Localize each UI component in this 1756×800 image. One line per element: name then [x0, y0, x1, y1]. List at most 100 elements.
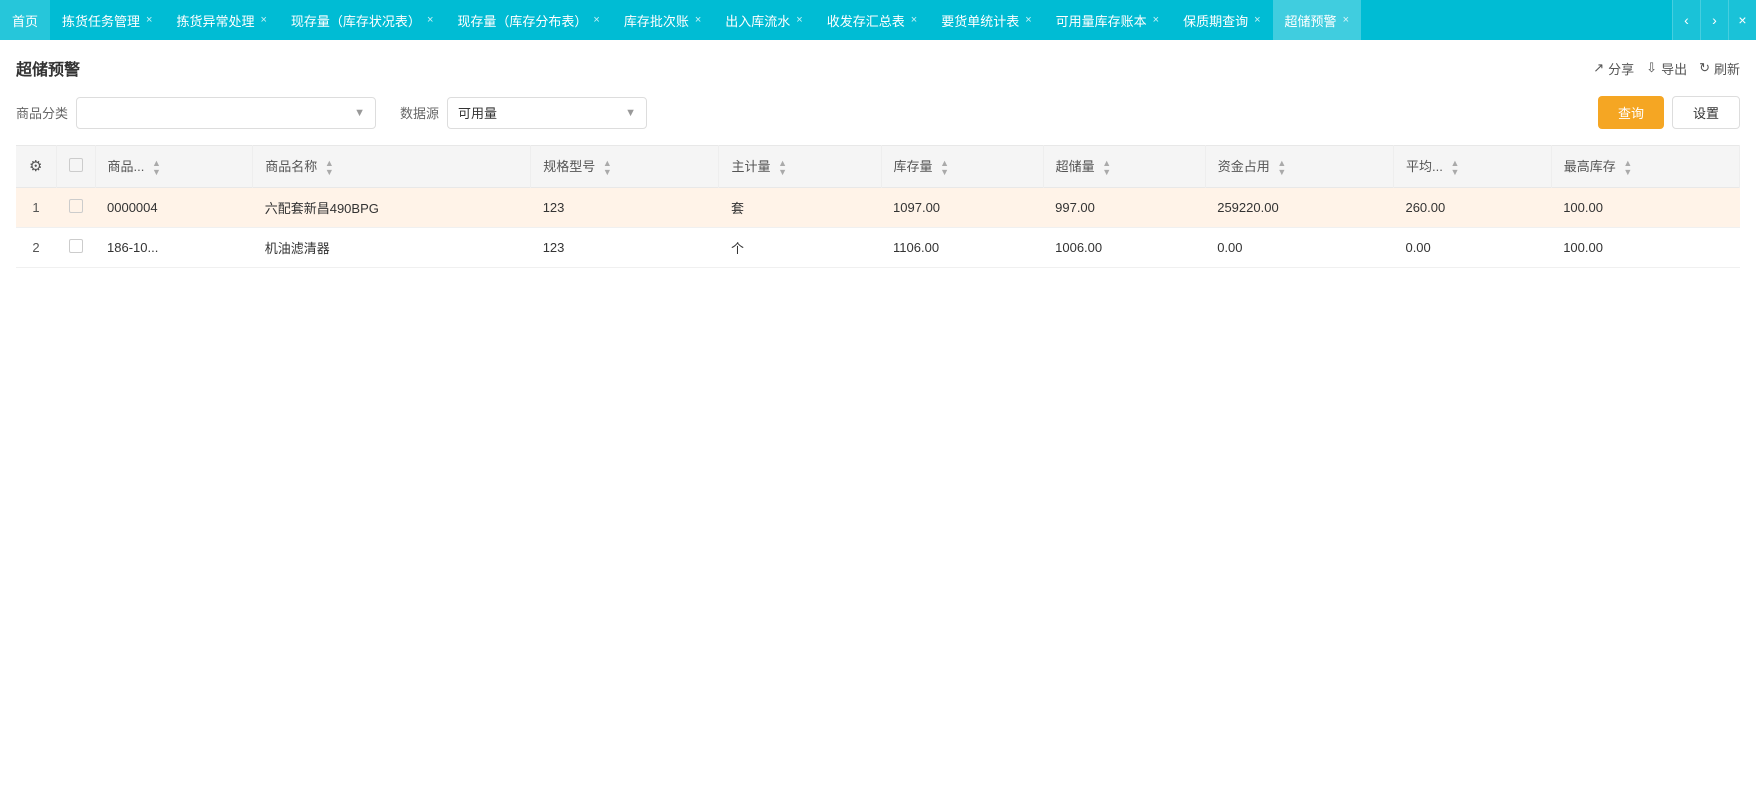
row-unit: 个 [719, 227, 881, 267]
col-maxstock-sort-icon: ▲▼ [1623, 159, 1632, 177]
row-avg: 0.00 [1393, 227, 1551, 267]
nav-prev-button[interactable]: ‹ [1672, 0, 1700, 40]
category-chevron-icon: ▼ [354, 107, 365, 119]
row-spec: 123 [531, 187, 719, 227]
col-spec-header[interactable]: 规格型号 ▲▼ [531, 146, 719, 188]
datasource-select[interactable]: 可用量 ▼ [447, 97, 647, 129]
category-filter-group: 商品分类 ▼ [16, 97, 376, 129]
gear-icon[interactable]: ⚙ [29, 157, 42, 175]
col-maxstock-header[interactable]: 最高库存 ▲▼ [1551, 146, 1739, 188]
nav-tab-close-icon[interactable]: × [1153, 14, 1159, 26]
nav-tab-label: 超储预警 [1285, 11, 1337, 30]
nav-tab-tab-ck9[interactable]: 可用量库存账本× [1044, 0, 1171, 40]
nav-tab-label: 库存批次账 [624, 11, 689, 30]
nav-close-all-button[interactable]: × [1728, 0, 1756, 40]
nav-tab-label: 现存量（库存分布表） [457, 11, 587, 30]
col-name-header[interactable]: 商品名称 ▲▼ [253, 146, 531, 188]
nav-tab-tab-ck5[interactable]: 库存批次账 × [612, 0, 713, 40]
row-avg: 260.00 [1393, 187, 1551, 227]
share-button[interactable]: ↗ 分享 [1593, 59, 1634, 78]
col-maxstock-label: 最高库存 [1564, 159, 1616, 174]
nav-tab-close-icon[interactable]: × [260, 14, 266, 26]
nav-tab-label: 拣货任务管理 [62, 11, 140, 30]
nav-tab-label: 出入库流水 [725, 11, 790, 30]
nav-tab-close-icon[interactable]: × [1254, 14, 1260, 26]
datasource-label: 数据源 [400, 103, 439, 122]
select-all-checkbox[interactable] [69, 158, 83, 172]
row-maxstock: 100.00 [1551, 187, 1739, 227]
row-code: 186-10... [95, 227, 253, 267]
nav-tab-tab-ck7[interactable]: 收发存汇总表× [815, 0, 929, 40]
nav-next-button[interactable]: › [1700, 0, 1728, 40]
col-code-header[interactable]: 商品... ▲▼ [95, 146, 253, 188]
col-name-sort-icon: ▲▼ [325, 159, 334, 177]
category-select[interactable]: ▼ [76, 97, 376, 129]
query-button[interactable]: 查询 [1598, 96, 1664, 129]
col-capital-sort-icon: ▲▼ [1277, 159, 1286, 177]
row-checkbox-cell[interactable] [56, 187, 95, 227]
col-capital-header[interactable]: 资金占用 ▲▼ [1205, 146, 1393, 188]
nav-tab-label: 要货单统计表 [941, 11, 1019, 30]
nav-tab-tab-ck4[interactable]: 现存量（库存分布表） × [445, 0, 611, 40]
nav-tab-close-icon[interactable]: × [796, 14, 802, 26]
row-number: 1 [16, 187, 56, 227]
nav-tab-label: 保质期查询 [1183, 11, 1248, 30]
export-icon: ⇩ [1646, 60, 1657, 76]
col-name-label: 商品名称 [265, 159, 317, 174]
table-row: 2 186-10... 机油滤清器 123 个 1106.00 1006.00 … [16, 227, 1740, 267]
nav-tab-close-icon[interactable]: × [593, 14, 599, 26]
row-unit: 套 [719, 187, 881, 227]
col-avg-label: 平均... [1406, 159, 1443, 174]
col-avg-header[interactable]: 平均... ▲▼ [1393, 146, 1551, 188]
settings-button[interactable]: 设置 [1672, 96, 1740, 129]
col-over-header[interactable]: 超储量 ▲▼ [1043, 146, 1205, 188]
datasource-chevron-icon: ▼ [625, 107, 636, 119]
nav-tab-close-icon[interactable]: × [146, 14, 152, 26]
nav-tab-label: 拣货异常处理 [176, 11, 254, 30]
row-name: 六配套新昌490BPG [253, 187, 531, 227]
row-checkbox-cell[interactable] [56, 227, 95, 267]
nav-tab-tab-ck6[interactable]: 出入库流水 × [713, 0, 814, 40]
col-stock-header[interactable]: 库存量 ▲▼ [881, 146, 1043, 188]
row-checkbox[interactable] [69, 199, 83, 213]
datasource-filter-group: 数据源 可用量 ▼ [400, 97, 647, 129]
export-button[interactable]: ⇩ 导出 [1646, 59, 1687, 78]
share-icon: ↗ [1593, 60, 1604, 76]
page-container: 超储预警 ↗ 分享 ⇩ 导出 ↻ 刷新 商品分类 ▼ 数据源 [0, 40, 1756, 800]
col-stock-label: 库存量 [894, 159, 933, 174]
data-table: ⚙ 商品... ▲▼ 商品名称 ▲▼ 规格型号 ▲▼ [16, 145, 1740, 268]
nav-home[interactable]: 首页 [0, 0, 50, 40]
nav-tab-tab-ck2[interactable]: 拣货异常处理 × [164, 0, 278, 40]
table-row: 1 0000004 六配套新昌490BPG 123 套 1097.00 997.… [16, 187, 1740, 227]
col-unit-sort-icon: ▲▼ [778, 159, 787, 177]
row-over: 1006.00 [1043, 227, 1205, 267]
refresh-icon: ↻ [1699, 60, 1710, 76]
datasource-select-value: 可用量 [458, 103, 497, 122]
row-stock: 1097.00 [881, 187, 1043, 227]
nav-tab-close-icon[interactable]: × [427, 14, 433, 26]
row-stock: 1106.00 [881, 227, 1043, 267]
filter-area: 商品分类 ▼ 数据源 可用量 ▼ 查询 设置 [16, 96, 1740, 129]
refresh-button[interactable]: ↻ 刷新 [1699, 59, 1740, 78]
nav-tab-tab-ck3[interactable]: 现存量（库存状况表）× [279, 0, 445, 40]
col-unit-label: 主计量 [731, 159, 770, 174]
nav-tab-close-icon[interactable]: × [1343, 14, 1349, 26]
col-over-label: 超储量 [1056, 159, 1095, 174]
col-check-header[interactable] [56, 146, 95, 188]
row-checkbox[interactable] [69, 239, 83, 253]
nav-tab-tab-ck11[interactable]: 超储预警 × [1273, 0, 1361, 40]
nav-tab-tab-ck10[interactable]: 保质期查询 × [1171, 0, 1272, 40]
nav-tab-tab-ck8[interactable]: 要货单统计表 × [929, 0, 1043, 40]
row-maxstock: 100.00 [1551, 227, 1739, 267]
row-code: 0000004 [95, 187, 253, 227]
row-over: 997.00 [1043, 187, 1205, 227]
refresh-label: 刷新 [1714, 59, 1740, 78]
col-unit-header[interactable]: 主计量 ▲▼ [719, 146, 881, 188]
nav-tab-close-icon[interactable]: × [695, 14, 701, 26]
nav-tab-tab-ck1[interactable]: 拣货任务管理 × [50, 0, 164, 40]
col-gear-header: ⚙ [16, 146, 56, 188]
nav-tab-close-icon[interactable]: × [911, 14, 917, 26]
col-over-sort-icon: ▲▼ [1102, 159, 1111, 177]
nav-tab-close-icon[interactable]: × [1025, 14, 1031, 26]
share-label: 分享 [1608, 59, 1634, 78]
